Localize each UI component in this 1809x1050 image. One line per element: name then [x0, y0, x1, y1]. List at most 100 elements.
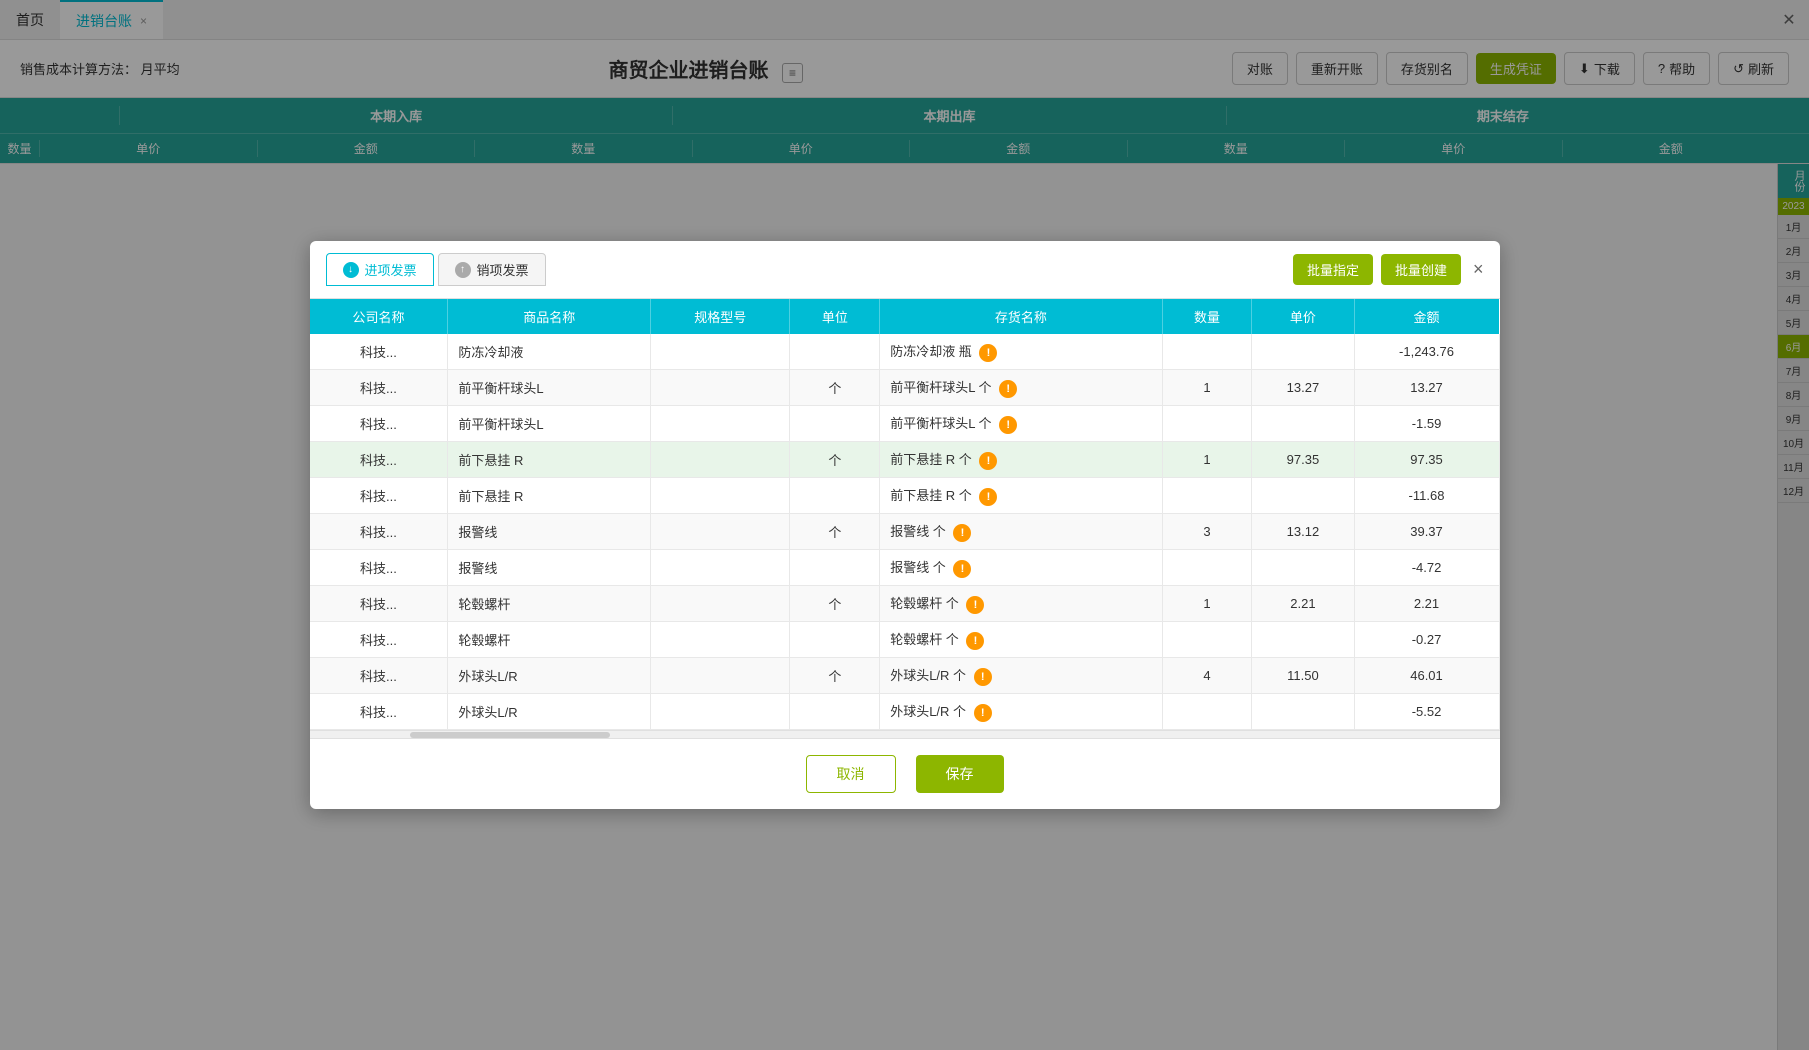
table-head: 公司名称 商品名称 规格型号 单位 存货名称 数量 单价 金额	[310, 299, 1500, 334]
cell-spec	[651, 514, 790, 550]
dialog-close-button[interactable]: ×	[1473, 259, 1484, 280]
cell-unitprice	[1252, 550, 1354, 586]
inbound-tab-label: 进项发票	[365, 260, 417, 279]
cell-company: 科技...	[310, 694, 448, 730]
table-row: 科技... 前平衡杆球头L 个 前平衡杆球头L 个 ! 1 13.27 13.2…	[310, 370, 1500, 406]
cell-spec	[651, 550, 790, 586]
cell-qty	[1162, 478, 1252, 514]
cell-company: 科技...	[310, 658, 448, 694]
cell-inventory: 前平衡杆球头L 个 !	[880, 406, 1162, 442]
cell-unit: 个	[790, 442, 880, 478]
th-company: 公司名称	[310, 299, 448, 334]
cell-inventory: 报警线 个 !	[880, 550, 1162, 586]
warning-icon: !	[953, 524, 971, 542]
cell-qty: 4	[1162, 658, 1252, 694]
cell-inventory: 报警线 个 !	[880, 514, 1162, 550]
warning-icon: !	[953, 560, 971, 578]
cell-amount: 39.37	[1354, 514, 1499, 550]
dialog-table-container[interactable]: 公司名称 商品名称 规格型号 单位 存货名称 数量 单价 金额 科技... 防冻…	[310, 299, 1500, 730]
cell-spec	[651, 478, 790, 514]
warning-icon: !	[966, 596, 984, 614]
cell-unitprice	[1252, 622, 1354, 658]
table-row: 科技... 防冻冷却液 防冻冷却液 瓶 ! -1,243.76	[310, 334, 1500, 370]
cell-amount: 97.35	[1354, 442, 1499, 478]
cell-inventory: 前下悬挂 R 个 !	[880, 478, 1162, 514]
table-row: 科技... 轮毂螺杆 个 轮毂螺杆 个 ! 1 2.21 2.21	[310, 586, 1500, 622]
th-unit: 单位	[790, 299, 880, 334]
cell-unit: 个	[790, 370, 880, 406]
cell-qty: 1	[1162, 586, 1252, 622]
cell-qty	[1162, 622, 1252, 658]
th-spec: 规格型号	[651, 299, 790, 334]
cell-amount: -1.59	[1354, 406, 1499, 442]
cell-company: 科技...	[310, 406, 448, 442]
invoice-dialog: ↓ 进项发票 ↑ 销项发票 批量指定 批量创建 × 公司名称 商品	[310, 241, 1500, 809]
cell-spec	[651, 406, 790, 442]
inbound-tab-icon: ↓	[343, 262, 359, 278]
cell-qty: 3	[1162, 514, 1252, 550]
cell-unitprice	[1252, 694, 1354, 730]
warning-icon: !	[999, 380, 1017, 398]
cell-inventory: 轮毂螺杆 个 !	[880, 622, 1162, 658]
cell-unitprice	[1252, 406, 1354, 442]
cell-company: 科技...	[310, 370, 448, 406]
save-button[interactable]: 保存	[916, 755, 1004, 793]
warning-icon: !	[999, 416, 1017, 434]
cell-amount: 13.27	[1354, 370, 1499, 406]
th-inventory: 存货名称	[880, 299, 1162, 334]
cancel-button[interactable]: 取消	[806, 755, 896, 793]
cell-inventory: 防冻冷却液 瓶 !	[880, 334, 1162, 370]
warning-icon: !	[979, 344, 997, 362]
cell-unit	[790, 478, 880, 514]
cell-product: 外球头L/R	[448, 694, 651, 730]
dialog-footer: 取消 保存	[310, 738, 1500, 809]
horizontal-scrollbar[interactable]	[310, 730, 1500, 738]
cell-qty	[1162, 550, 1252, 586]
batch-specify-button[interactable]: 批量指定	[1293, 254, 1373, 285]
cell-company: 科技...	[310, 550, 448, 586]
cell-amount: 46.01	[1354, 658, 1499, 694]
warning-icon: !	[974, 704, 992, 722]
cell-company: 科技...	[310, 622, 448, 658]
th-qty: 数量	[1162, 299, 1252, 334]
warning-icon: !	[974, 668, 992, 686]
table-row: 科技... 外球头L/R 个 外球头L/R 个 ! 4 11.50 46.01	[310, 658, 1500, 694]
invoice-table: 公司名称 商品名称 规格型号 单位 存货名称 数量 单价 金额 科技... 防冻…	[310, 299, 1500, 730]
cell-spec	[651, 586, 790, 622]
cell-product: 前平衡杆球头L	[448, 370, 651, 406]
cell-product: 前下悬挂 R	[448, 478, 651, 514]
cell-product: 轮毂螺杆	[448, 586, 651, 622]
cell-product: 前平衡杆球头L	[448, 406, 651, 442]
table-row: 科技... 外球头L/R 外球头L/R 个 ! -5.52	[310, 694, 1500, 730]
table-body: 科技... 防冻冷却液 防冻冷却液 瓶 ! -1,243.76 科技... 前平…	[310, 334, 1500, 730]
tab-outbound-invoice[interactable]: ↑ 销项发票	[438, 253, 546, 286]
cell-unit	[790, 550, 880, 586]
cell-inventory: 前平衡杆球头L 个 !	[880, 370, 1162, 406]
cell-qty	[1162, 406, 1252, 442]
cell-amount: 2.21	[1354, 586, 1499, 622]
cell-qty: 1	[1162, 442, 1252, 478]
cell-unit	[790, 406, 880, 442]
cell-spec	[651, 694, 790, 730]
cell-unitprice: 13.27	[1252, 370, 1354, 406]
table-row: 科技... 报警线 个 报警线 个 ! 3 13.12 39.37	[310, 514, 1500, 550]
cell-product: 防冻冷却液	[448, 334, 651, 370]
cell-product: 前下悬挂 R	[448, 442, 651, 478]
cell-unitprice: 11.50	[1252, 658, 1354, 694]
cell-product: 外球头L/R	[448, 658, 651, 694]
cell-spec	[651, 658, 790, 694]
dialog-actions: 批量指定 批量创建	[1293, 254, 1461, 285]
cell-spec	[651, 442, 790, 478]
cell-company: 科技...	[310, 586, 448, 622]
cell-company: 科技...	[310, 514, 448, 550]
cell-unitprice: 13.12	[1252, 514, 1354, 550]
batch-create-button[interactable]: 批量创建	[1381, 254, 1461, 285]
th-amount: 金额	[1354, 299, 1499, 334]
cell-product: 报警线	[448, 550, 651, 586]
cell-inventory: 前下悬挂 R 个 !	[880, 442, 1162, 478]
dialog-tabs: ↓ 进项发票 ↑ 销项发票	[326, 253, 546, 286]
tab-inbound-invoice[interactable]: ↓ 进项发票	[326, 253, 434, 286]
cell-unit: 个	[790, 586, 880, 622]
table-row: 科技... 前下悬挂 R 个 前下悬挂 R 个 ! 1 97.35 97.35	[310, 442, 1500, 478]
cell-unitprice	[1252, 478, 1354, 514]
